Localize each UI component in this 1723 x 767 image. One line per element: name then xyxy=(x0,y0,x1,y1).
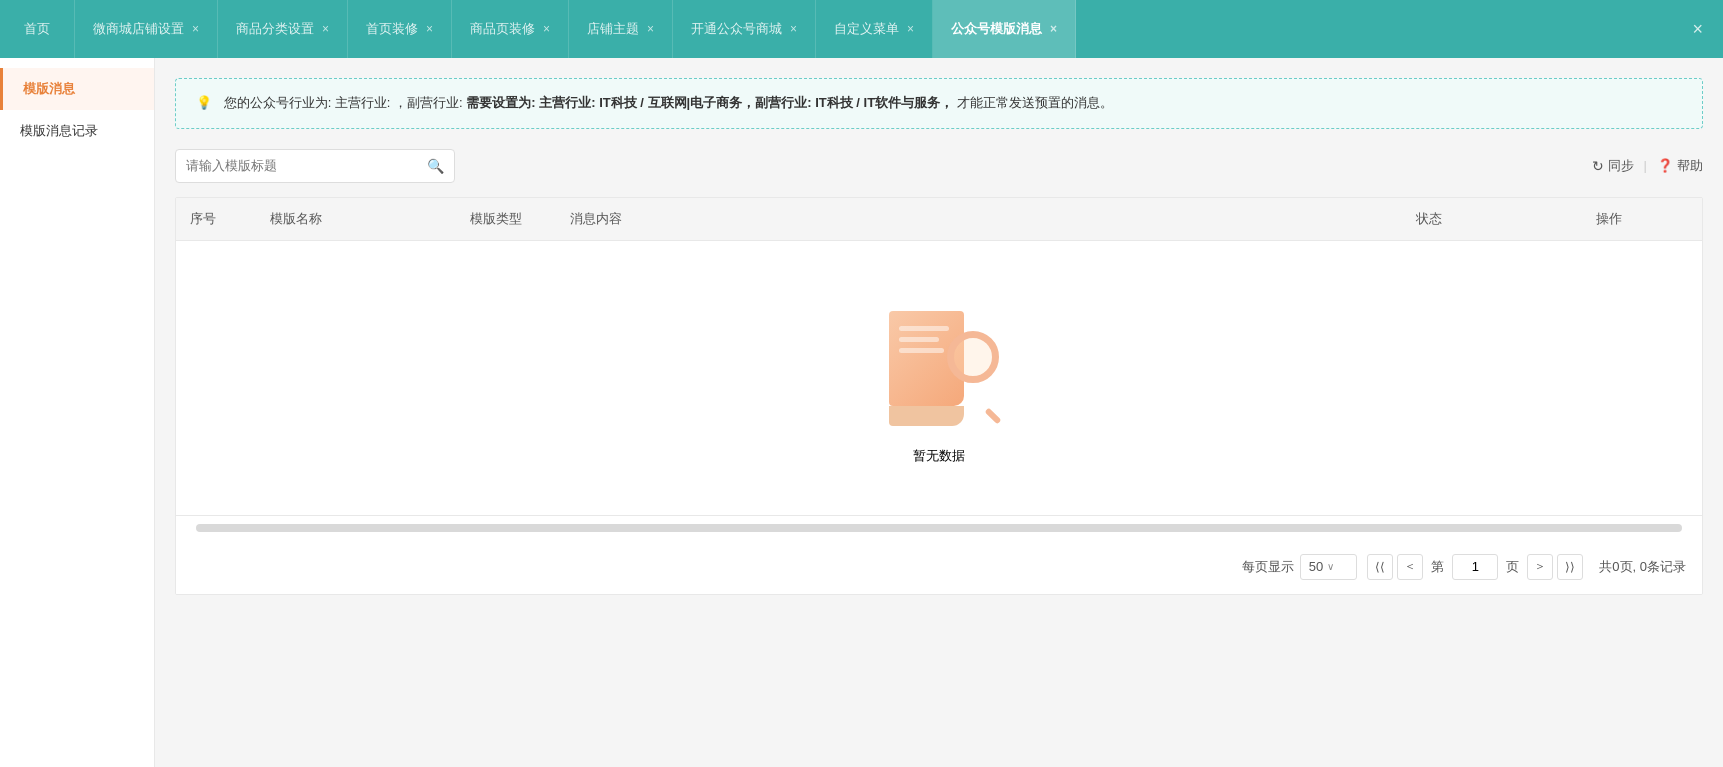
th-type: 模版类型 xyxy=(456,198,556,240)
empty-state: 暂无数据 xyxy=(176,241,1702,515)
th-content: 消息内容 xyxy=(556,198,1402,240)
page-prev-button[interactable]: ＜ xyxy=(1397,554,1423,580)
doc-curl xyxy=(889,406,964,426)
empty-illustration xyxy=(874,301,1004,431)
pagination-row: 每页显示 50 ∨ ⟨⟨ ＜ 第 页 ＞ ⟩⟩ 共0页, 0条记录 xyxy=(176,540,1702,594)
main-layout: 模版消息 模版消息记录 💡 您的公众号行业为: 主营行业: ，副营行业: 需要设… xyxy=(0,58,1723,767)
total-text: 共0页, 0条记录 xyxy=(1599,558,1686,576)
scroll-doc-icon xyxy=(874,301,1004,431)
doc-line xyxy=(899,337,939,342)
sidebar: 模版消息 模版消息记录 xyxy=(0,58,155,767)
tab-home[interactable]: 首页 xyxy=(0,0,75,58)
page-input[interactable] xyxy=(1452,554,1498,580)
help-button[interactable]: ❓ 帮助 xyxy=(1657,157,1703,175)
per-page-select: 每页显示 50 ∨ xyxy=(1242,554,1357,580)
table-wrap: 序号 模版名称 模版类型 消息内容 状态 操作 xyxy=(175,197,1703,595)
horizontal-scrollbar[interactable] xyxy=(196,524,1682,532)
tab-shop-theme[interactable]: 店铺主题 × xyxy=(569,0,673,58)
page-nav: ⟨⟨ ＜ 第 页 ＞ ⟩⟩ xyxy=(1367,554,1583,580)
sidebar-item-template-records[interactable]: 模版消息记录 xyxy=(0,110,154,152)
tab-custom-menu[interactable]: 自定义菜单 × xyxy=(816,0,933,58)
divider: | xyxy=(1644,158,1647,173)
tab-product-decor[interactable]: 商品页装修 × xyxy=(452,0,569,58)
search-input-wrap[interactable]: 🔍 xyxy=(175,149,455,183)
magnify-handle xyxy=(985,407,1002,424)
page-last-button[interactable]: ⟩⟩ xyxy=(1557,554,1583,580)
search-bar: 🔍 ↻ 同步 | ❓ 帮助 xyxy=(175,149,1703,183)
doc-line xyxy=(899,326,949,331)
tab-bar: 首页 微商城店铺设置 × 商品分类设置 × 首页装修 × 商品页装修 × 店铺主… xyxy=(0,0,1723,58)
close-icon[interactable]: × xyxy=(790,22,797,36)
close-icon[interactable]: × xyxy=(543,22,550,36)
tab-template-msg[interactable]: 公众号模版消息 × xyxy=(933,0,1076,58)
per-page-dropdown[interactable]: 50 ∨ xyxy=(1300,554,1357,580)
sync-button[interactable]: ↻ 同步 xyxy=(1592,157,1634,175)
close-icon[interactable]: × xyxy=(907,22,914,36)
tab-bar-close-all[interactable]: × xyxy=(1672,19,1723,40)
th-action: 操作 xyxy=(1582,198,1702,240)
close-icon[interactable]: × xyxy=(647,22,654,36)
magnify-circle xyxy=(947,331,999,383)
search-actions: ↻ 同步 | ❓ 帮助 xyxy=(1592,157,1703,175)
tab-open-wechat[interactable]: 开通公众号商城 × xyxy=(673,0,816,58)
bulb-icon: 💡 xyxy=(196,95,212,110)
close-icon[interactable]: × xyxy=(192,22,199,36)
doc-line xyxy=(899,348,944,353)
scroll-bar-row xyxy=(176,515,1702,540)
empty-text: 暂无数据 xyxy=(913,447,965,465)
close-icon[interactable]: × xyxy=(322,22,329,36)
search-icon[interactable]: 🔍 xyxy=(427,158,444,174)
help-icon: ❓ xyxy=(1657,158,1673,173)
close-icon[interactable]: × xyxy=(1050,22,1057,36)
search-input[interactable] xyxy=(186,158,427,173)
page-first-button[interactable]: ⟨⟨ xyxy=(1367,554,1393,580)
th-name: 模版名称 xyxy=(256,198,456,240)
notice-box: 💡 您的公众号行业为: 主营行业: ，副营行业: 需要设置为: 主营行业: IT… xyxy=(175,78,1703,129)
close-icon[interactable]: × xyxy=(426,22,433,36)
th-status: 状态 xyxy=(1402,198,1582,240)
page-next-button[interactable]: ＞ xyxy=(1527,554,1553,580)
tab-wshop-settings[interactable]: 微商城店铺设置 × xyxy=(75,0,218,58)
sidebar-item-template-msg[interactable]: 模版消息 xyxy=(0,68,154,110)
tab-product-cat[interactable]: 商品分类设置 × xyxy=(218,0,348,58)
chevron-down-icon: ∨ xyxy=(1327,561,1334,572)
tab-home-decor[interactable]: 首页装修 × xyxy=(348,0,452,58)
content-area: 💡 您的公众号行业为: 主营行业: ，副营行业: 需要设置为: 主营行业: IT… xyxy=(155,58,1723,767)
sync-icon: ↻ xyxy=(1592,158,1604,174)
th-seq: 序号 xyxy=(176,198,256,240)
table-header: 序号 模版名称 模版类型 消息内容 状态 操作 xyxy=(176,198,1702,241)
